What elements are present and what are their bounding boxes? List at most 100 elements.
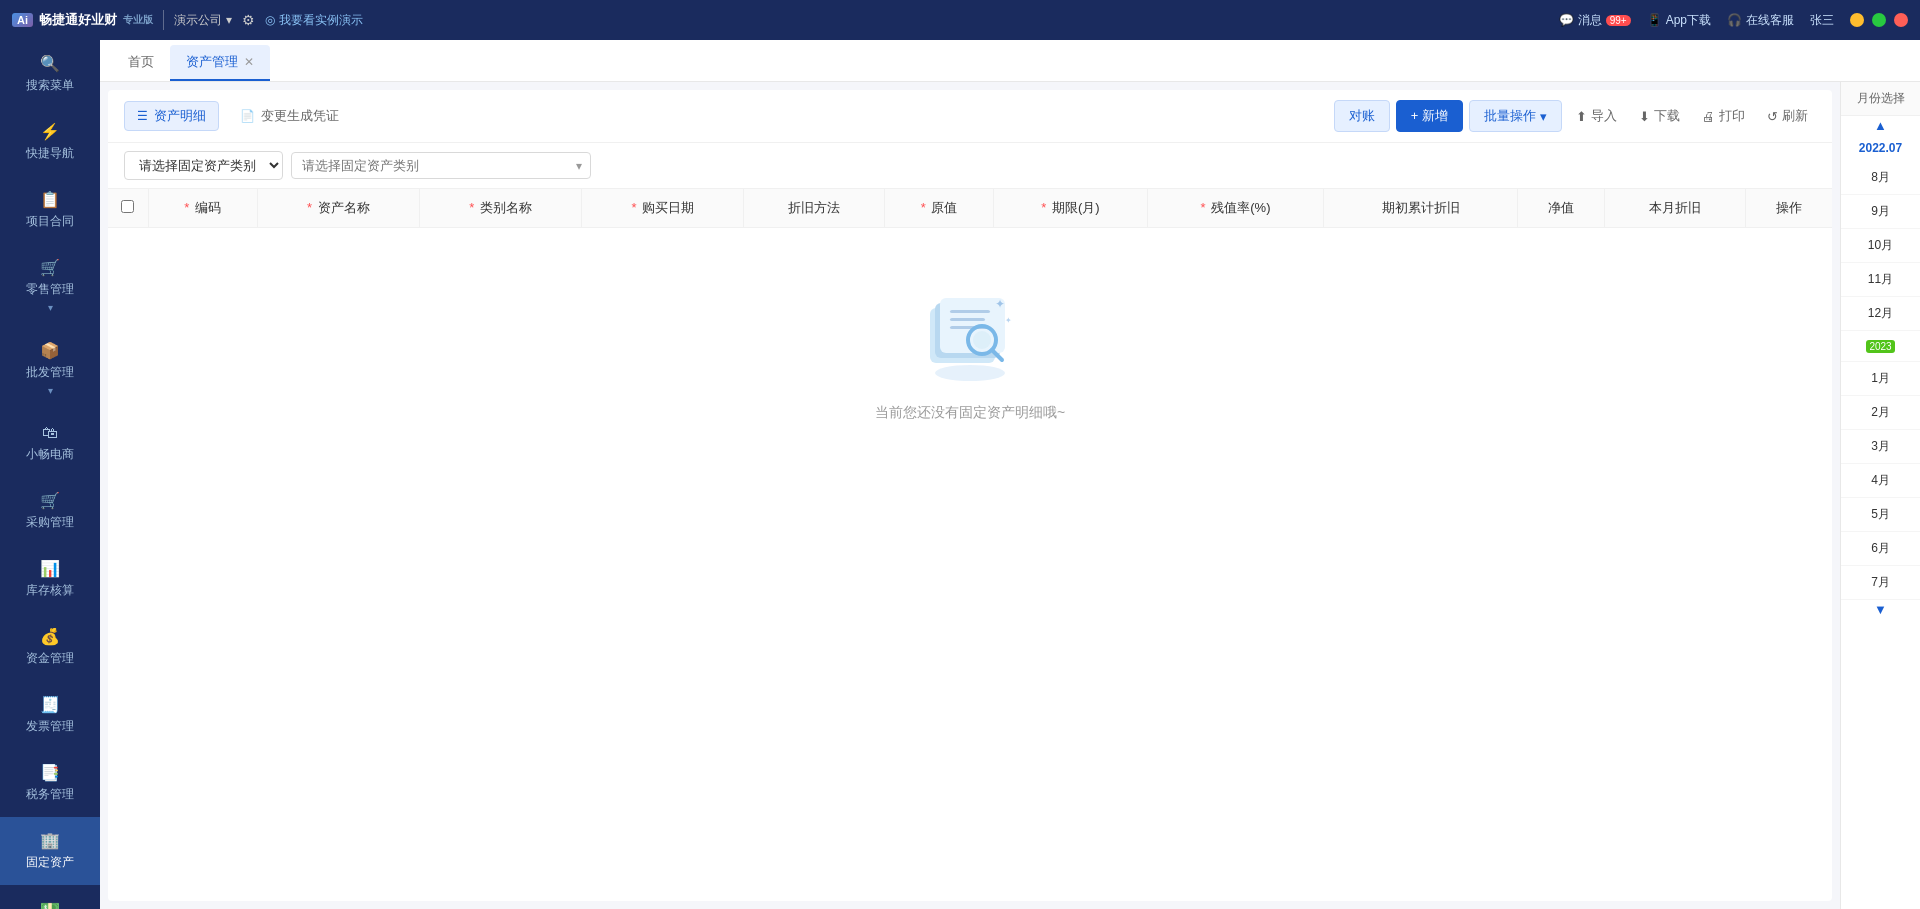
- import-button[interactable]: ⬆ 导入: [1568, 103, 1625, 129]
- month-9-label: 9月: [1871, 204, 1890, 218]
- category-input[interactable]: [292, 153, 568, 178]
- sub-tab-change-voucher[interactable]: 📄 变更生成凭证: [227, 101, 352, 131]
- app-download-label: App下载: [1666, 12, 1711, 29]
- settings-icon[interactable]: ⚙: [242, 12, 255, 28]
- sidebar-item-finance[interactable]: 💰 资金管理: [0, 613, 100, 681]
- category-type-select[interactable]: 请选择固定资产类别房屋建筑物机器设备运输工具电子设备其他: [124, 151, 283, 180]
- th-category: * 类别名称: [420, 189, 582, 228]
- th-depreciation-method: 折旧方法: [744, 189, 884, 228]
- maximize-button[interactable]: [1872, 13, 1886, 27]
- refresh-icon: ↺: [1767, 109, 1778, 124]
- finance-icon: 💰: [40, 627, 60, 646]
- svg-rect-5: [950, 318, 985, 321]
- main-panel: ☰ 资产明细 📄 变更生成凭证 对账 + 新增: [108, 90, 1832, 901]
- print-button[interactable]: 🖨 打印: [1694, 103, 1753, 129]
- select-all-checkbox[interactable]: [121, 200, 134, 213]
- month-11-label: 11月: [1868, 272, 1893, 286]
- month-8-label: 8月: [1871, 170, 1890, 184]
- user-info[interactable]: 张三: [1810, 12, 1834, 29]
- tab-home[interactable]: 首页: [112, 45, 170, 81]
- th-operation: 操作: [1745, 189, 1832, 228]
- th-monthly-depreciation: 本月折旧: [1605, 189, 1745, 228]
- sidebar-item-quicknav[interactable]: ⚡ 快捷导航: [0, 108, 100, 176]
- sidebar: 🔍 搜索菜单 ⚡ 快捷导航 📋 项目合同 🛒 零售管理 ▾ 📦 批发管理 ▾ 🛍…: [0, 40, 100, 909]
- ecommerce-icon: 🛍: [42, 424, 58, 442]
- refresh-button[interactable]: ↺ 刷新: [1759, 103, 1816, 129]
- app-download-button[interactable]: 📱 App下载: [1647, 12, 1711, 29]
- empty-state-cell: ✦ ✦ 当前您还没有固定资产明细哦~: [108, 228, 1832, 483]
- download-button[interactable]: ⬇ 下载: [1631, 103, 1688, 129]
- sidebar-item-tax[interactable]: 📑 税务管理: [0, 749, 100, 817]
- svg-point-0: [935, 365, 1005, 381]
- app-subtitle: 专业版: [123, 13, 153, 27]
- sidebar-item-wholesale[interactable]: 📦 批发管理 ▾: [0, 327, 100, 410]
- sidebar-item-finance-label: 资金管理: [26, 650, 74, 667]
- sidebar-item-retail[interactable]: 🛒 零售管理 ▾: [0, 244, 100, 327]
- table-header-row: * 编码 * 资产名称 * 类别名称: [108, 189, 1832, 228]
- company-selector[interactable]: 演示公司 ▾: [174, 12, 232, 29]
- message-button[interactable]: 💬 消息 99+: [1559, 12, 1631, 29]
- top-bar: Ai 畅捷通好业财 专业版 演示公司 ▾ ⚙ ◎ 我要看实例演示 💬 消息 99…: [0, 0, 1920, 40]
- empty-state: ✦ ✦ 当前您还没有固定资产明细哦~: [108, 228, 1832, 482]
- sidebar-item-tax-label: 税务管理: [26, 786, 74, 803]
- month-item-2023-6[interactable]: 6月: [1841, 532, 1920, 566]
- sidebar-item-invoice[interactable]: 🧾 发票管理: [0, 681, 100, 749]
- separator: [163, 10, 164, 30]
- month-panel-title: 月份选择: [1857, 91, 1905, 105]
- month-item-11[interactable]: 11月: [1841, 263, 1920, 297]
- sidebar-item-project-label: 项目合同: [26, 213, 74, 230]
- sidebar-item-fixed-assets[interactable]: 🏢 固定资产: [0, 817, 100, 885]
- month-item-2023-5[interactable]: 5月: [1841, 498, 1920, 532]
- phone-icon: 📱: [1647, 13, 1662, 27]
- month-item-2023-4[interactable]: 4月: [1841, 464, 1920, 498]
- purchase-icon: 🛒: [40, 491, 60, 510]
- sidebar-item-inventory[interactable]: 📊 库存核算: [0, 545, 100, 613]
- th-accumulated-depreciation: 期初累计折旧: [1324, 189, 1517, 228]
- month-item-2023-2[interactable]: 2月: [1841, 396, 1920, 430]
- sidebar-item-purchase[interactable]: 🛒 采购管理: [0, 477, 100, 545]
- doc-icon: 📄: [240, 109, 255, 123]
- month-nav-down[interactable]: ▼: [1841, 600, 1920, 619]
- reconcile-button[interactable]: 对账: [1334, 100, 1390, 132]
- th-accumulated-depreciation-label: 期初累计折旧: [1382, 200, 1460, 215]
- tab-close-icon[interactable]: ✕: [244, 55, 254, 69]
- svg-point-8: [973, 331, 991, 349]
- sidebar-item-search[interactable]: 🔍 搜索菜单: [0, 40, 100, 108]
- month-12-label: 12月: [1868, 306, 1893, 320]
- month-item-9[interactable]: 9月: [1841, 195, 1920, 229]
- month-item-10[interactable]: 10月: [1841, 229, 1920, 263]
- add-button[interactable]: + 新增: [1396, 100, 1463, 132]
- month-nav-up[interactable]: ▲: [1841, 116, 1920, 135]
- sidebar-item-project[interactable]: 📋 项目合同: [0, 176, 100, 244]
- category-dropdown-icon[interactable]: ▾: [568, 154, 590, 178]
- month-2023-3-label: 3月: [1871, 439, 1890, 453]
- close-button[interactable]: [1894, 13, 1908, 27]
- demo-link[interactable]: ◎ 我要看实例演示: [265, 12, 363, 29]
- month-panel-header: 月份选择: [1841, 82, 1920, 116]
- invoice-icon: 🧾: [40, 695, 60, 714]
- tab-asset-management[interactable]: 资产管理 ✕: [170, 45, 270, 81]
- sub-tab-asset-detail[interactable]: ☰ 资产明细: [124, 101, 219, 131]
- sidebar-item-payroll[interactable]: 💵 工资: [0, 885, 100, 909]
- sidebar-item-ecommerce[interactable]: 🛍 小畅电商: [0, 410, 100, 477]
- demo-text: 我要看实例演示: [279, 12, 363, 29]
- month-item-12[interactable]: 12月: [1841, 297, 1920, 331]
- minimize-button[interactable]: [1850, 13, 1864, 27]
- headset-icon: 🎧: [1727, 13, 1742, 27]
- wholesale-icon: 📦: [40, 341, 60, 360]
- retail-icon: 🛒: [40, 258, 60, 277]
- sidebar-item-ecommerce-label: 小畅电商: [26, 446, 74, 463]
- sidebar-item-purchase-label: 采购管理: [26, 514, 74, 531]
- month-item-8[interactable]: 8月: [1841, 161, 1920, 195]
- month-item-2023-3[interactable]: 3月: [1841, 430, 1920, 464]
- print-label: 打印: [1719, 107, 1745, 125]
- month-item-2023-1[interactable]: 1月: [1841, 362, 1920, 396]
- sidebar-item-invoice-label: 发票管理: [26, 718, 74, 735]
- batch-button[interactable]: 批量操作 ▾: [1469, 100, 1562, 132]
- online-service-button[interactable]: 🎧 在线客服: [1727, 12, 1794, 29]
- th-depreciation-method-label: 折旧方法: [788, 200, 840, 215]
- month-item-2023-7[interactable]: 7月: [1841, 566, 1920, 600]
- page-content: ☰ 资产明细 📄 变更生成凭证 对账 + 新增: [100, 82, 1920, 909]
- import-label: 导入: [1591, 107, 1617, 125]
- download-label: 下载: [1654, 107, 1680, 125]
